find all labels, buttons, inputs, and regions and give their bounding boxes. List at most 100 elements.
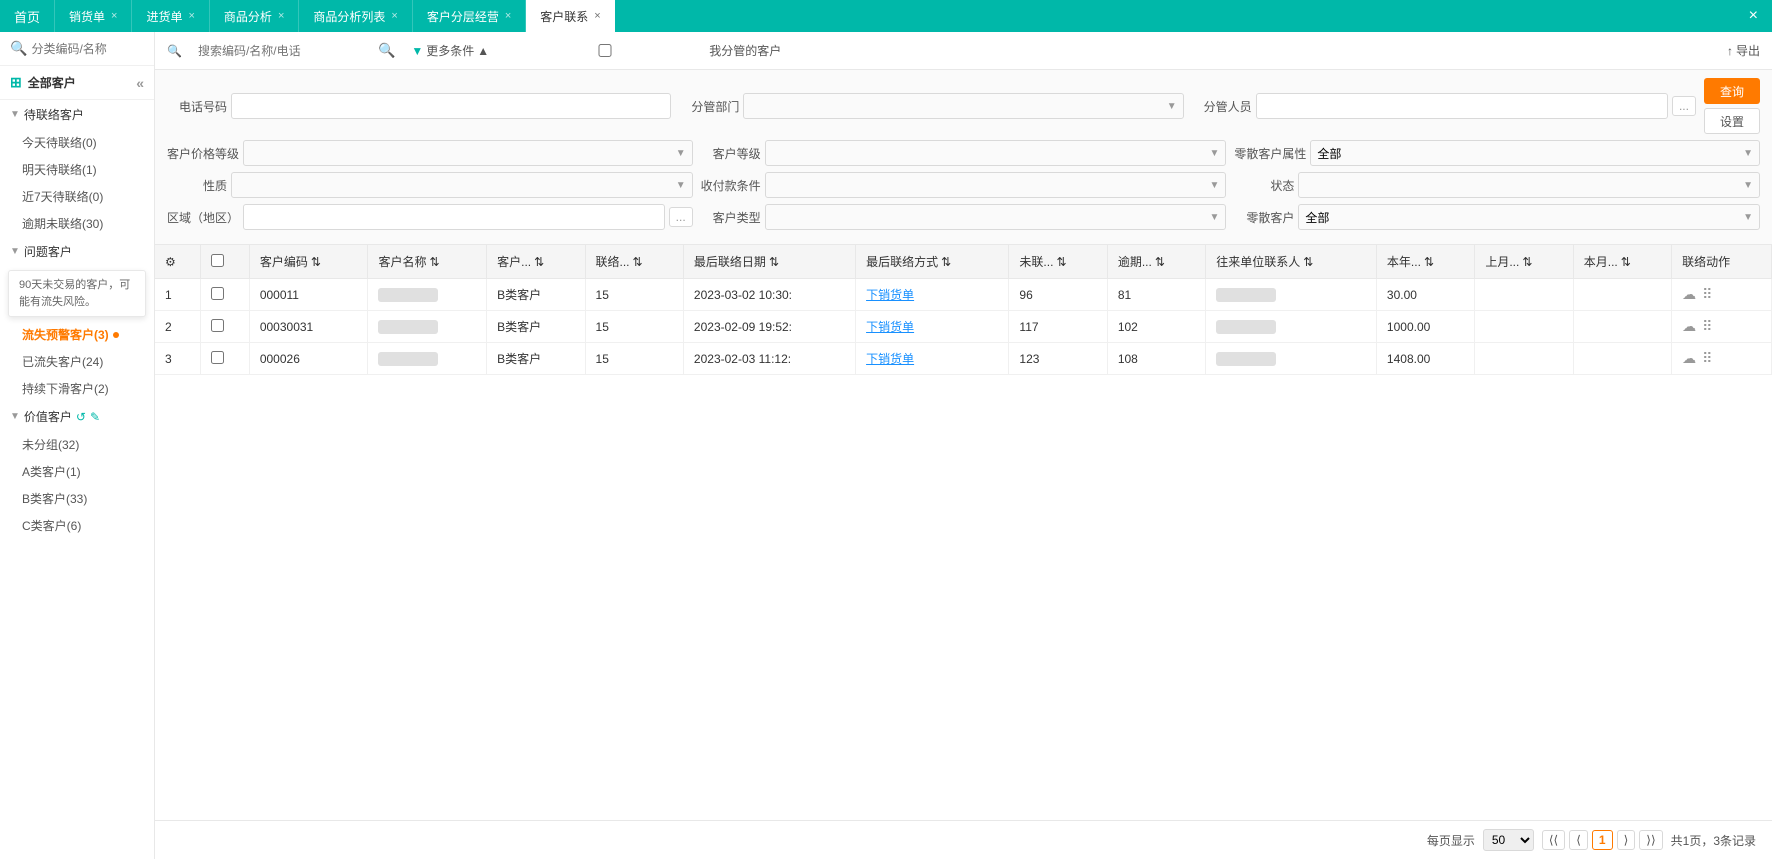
person-input[interactable]: [1256, 93, 1668, 119]
per-page-select[interactable]: 50 100: [1483, 829, 1534, 851]
close-tab-icon[interactable]: ×: [594, 10, 600, 22]
close-all-button[interactable]: ×: [1735, 0, 1772, 32]
th-contacts[interactable]: 往来单位联系人⇅: [1206, 245, 1377, 279]
sidebar-group-pending[interactable]: ▼ 待联络客户: [0, 100, 154, 129]
contact-icon[interactable]: ☁: [1682, 286, 1696, 303]
row-actions[interactable]: ☁⠿: [1672, 279, 1772, 311]
th-this-year[interactable]: 本年...⇅: [1376, 245, 1474, 279]
tab-sales[interactable]: 销货单 ×: [55, 0, 132, 32]
export-button[interactable]: ↑ 导出: [1727, 42, 1760, 59]
close-tab-icon[interactable]: ×: [188, 10, 194, 22]
next-page-button[interactable]: ⟩: [1617, 830, 1636, 850]
th-checkbox[interactable]: [200, 245, 249, 279]
row-checkbox[interactable]: [200, 311, 249, 343]
collapse-sidebar-icon[interactable]: «: [136, 75, 144, 91]
filter-payment: 收付款条件 ▼: [701, 172, 1227, 198]
sidebar-item-lost-customers[interactable]: 已流失客户(24): [0, 348, 154, 375]
row-uncontacted: 123: [1009, 343, 1107, 375]
settings-button[interactable]: 设置: [1704, 108, 1760, 134]
close-tab-icon[interactable]: ×: [111, 10, 117, 22]
refresh-icon[interactable]: ↺: [76, 410, 86, 424]
query-button[interactable]: 查询: [1704, 78, 1760, 104]
close-tab-icon[interactable]: ×: [505, 10, 511, 22]
th-overdue[interactable]: 逾期...⇅: [1107, 245, 1205, 279]
sidebar-item-tomorrow-pending[interactable]: 明天待联络(1): [0, 156, 154, 183]
th-last-contact-date[interactable]: 最后联络日期⇅: [683, 245, 855, 279]
customer-type-select[interactable]: ▼: [765, 204, 1227, 230]
sidebar-item-declining-customers[interactable]: 持续下滑客户(2): [0, 375, 154, 402]
contact-icon[interactable]: ☁: [1682, 350, 1696, 367]
person-ellipsis-button[interactable]: ...: [1672, 96, 1696, 116]
select-all-checkbox[interactable]: [211, 254, 224, 267]
th-code[interactable]: 客户编码⇅: [249, 245, 368, 279]
zero-attr-select[interactable]: 全部 ▼: [1310, 140, 1760, 166]
row-last-contact-method[interactable]: 下销货单: [856, 343, 1009, 375]
th-settings[interactable]: ⚙: [155, 245, 200, 279]
tab-purchase[interactable]: 进货单 ×: [132, 0, 209, 32]
first-page-button[interactable]: ⟨⟨: [1542, 830, 1565, 850]
search-input[interactable]: [190, 40, 370, 62]
level-select[interactable]: ▼: [765, 140, 1227, 166]
sidebar-group-value[interactable]: ▼ 价值客户 ↺ ✎: [0, 402, 154, 431]
sidebar-item-class-b[interactable]: B类客户(33): [0, 485, 154, 512]
pagination-bar: 每页显示 50 100 ⟨⟨ ⟨ 1 ⟩ ⟩⟩ 共1页，3条记录: [155, 820, 1772, 859]
contact-icon[interactable]: ☁: [1682, 318, 1696, 335]
row-code: 000011: [249, 279, 368, 311]
sidebar-search-input[interactable]: [31, 42, 144, 56]
more-actions-icon[interactable]: ⠿: [1702, 318, 1712, 335]
phone-input[interactable]: [231, 93, 671, 119]
action-buttons: 查询 设置: [1704, 78, 1760, 134]
th-contact[interactable]: 联络...⇅: [585, 245, 683, 279]
nature-select[interactable]: ▼: [231, 172, 693, 198]
price-level-select[interactable]: ▼: [243, 140, 693, 166]
close-tab-icon[interactable]: ×: [391, 10, 397, 22]
edit-icon[interactable]: ✎: [90, 410, 100, 424]
search-submit-icon[interactable]: 🔍: [378, 42, 395, 59]
sidebar-group-problem[interactable]: ▼ 问题客户: [0, 237, 154, 266]
tab-home[interactable]: 首页: [0, 0, 55, 32]
my-customers-checkbox[interactable]: [505, 44, 705, 57]
th-name[interactable]: 客户名称⇅: [368, 245, 487, 279]
th-last-month[interactable]: 上月...⇅: [1475, 245, 1573, 279]
row-this-year: 1000.00: [1376, 311, 1474, 343]
sidebar-item-ungrouped[interactable]: 未分组(32): [0, 431, 154, 458]
sidebar-item-today-pending[interactable]: 今天待联络(0): [0, 129, 154, 156]
payment-select[interactable]: ▼: [765, 172, 1227, 198]
zero-customer-select[interactable]: 全部 ▼: [1298, 204, 1760, 230]
row-this-month: [1573, 279, 1671, 311]
filter-dept: 分管部门 ▼: [679, 93, 1183, 119]
th-uncontacted[interactable]: 未联...⇅: [1009, 245, 1107, 279]
my-customers-checkbox-label[interactable]: 我分管的客户: [505, 42, 781, 59]
tab-customer-segmentation[interactable]: 客户分层经营 ×: [413, 0, 526, 32]
region-ellipsis-button[interactable]: ...: [669, 207, 693, 227]
row-checkbox[interactable]: [200, 279, 249, 311]
filter-person: 分管人员 ...: [1192, 93, 1696, 119]
sidebar-item-7days-pending[interactable]: 近7天待联络(0): [0, 183, 154, 210]
more-actions-icon[interactable]: ⠿: [1702, 286, 1712, 303]
sidebar-item-churn-warning[interactable]: 流失预警客户(3): [0, 321, 154, 348]
row-last-contact-method[interactable]: 下销货单: [856, 279, 1009, 311]
status-select[interactable]: ▼: [1298, 172, 1760, 198]
region-input[interactable]: [243, 204, 665, 230]
row-checkbox[interactable]: [200, 343, 249, 375]
row-last-contact-method[interactable]: 下销货单: [856, 311, 1009, 343]
filter-row-3: 性质 ▼ 收付款条件 ▼ 状态: [167, 172, 1760, 198]
filter-nature: 性质 ▼: [167, 172, 693, 198]
row-actions[interactable]: ☁⠿: [1672, 311, 1772, 343]
th-last-contact-method[interactable]: 最后联络方式⇅: [856, 245, 1009, 279]
more-conditions-button[interactable]: ▼ 更多条件 ▲: [403, 38, 497, 63]
dept-select[interactable]: ▼: [743, 93, 1183, 119]
sidebar-item-class-a[interactable]: A类客户(1): [0, 458, 154, 485]
th-this-month[interactable]: 本月...⇅: [1573, 245, 1671, 279]
last-page-button[interactable]: ⟩⟩: [1639, 830, 1662, 850]
close-tab-icon[interactable]: ×: [278, 10, 284, 22]
more-actions-icon[interactable]: ⠿: [1702, 350, 1712, 367]
tab-product-analysis-list[interactable]: 商品分析列表 ×: [299, 0, 412, 32]
sidebar-item-class-c[interactable]: C类客户(6): [0, 512, 154, 539]
prev-page-button[interactable]: ⟨: [1569, 830, 1588, 850]
row-actions[interactable]: ☁⠿: [1672, 343, 1772, 375]
tab-customer-contact[interactable]: 客户联系 ×: [526, 0, 614, 32]
th-customer-type[interactable]: 客户...⇅: [487, 245, 585, 279]
tab-product-analysis[interactable]: 商品分析 ×: [210, 0, 299, 32]
sidebar-item-overdue-pending[interactable]: 逾期未联络(30): [0, 210, 154, 237]
